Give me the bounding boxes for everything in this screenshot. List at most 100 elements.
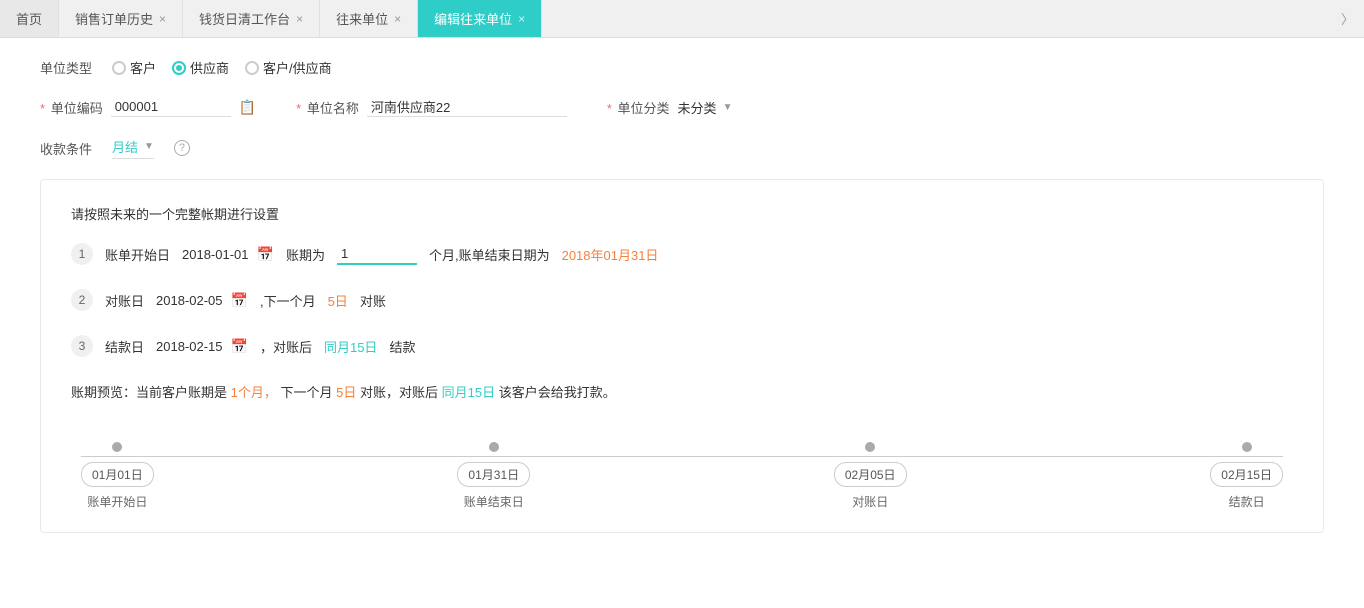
tab-home[interactable]: 首页 <box>0 0 59 37</box>
classify-dropdown-arrow[interactable]: ▼ <box>723 102 733 113</box>
classify-dropdown[interactable]: 未分类 ▼ <box>678 98 733 117</box>
radio-both-circle <box>245 61 259 75</box>
tab-cash-ledger-close[interactable]: × <box>296 13 303 25</box>
settings-title: 请按照未来的一个完整帐期进行设置 <box>71 204 1293 223</box>
timeline: 01月01日 账单开始日 01月31日 账单结束日 02月05日 对账日 02月… <box>71 428 1293 508</box>
step-2-desc-prefix: ,下一个月 <box>260 291 316 310</box>
unit-code-input[interactable] <box>111 97 231 117</box>
preview-prefix: 账期预览：当前客户账期是 <box>71 385 227 400</box>
step-2-desc-highlight: 5日 <box>328 291 348 310</box>
unit-code-group: * 单位编码 📋 <box>40 97 256 117</box>
radio-customer-label: 客户 <box>130 58 156 77</box>
tab-expand-button[interactable]: 〉 <box>1331 0 1364 37</box>
tab-edit-partner-label: 编辑往来单位 <box>434 9 512 28</box>
timeline-date-1: 01月31日 <box>457 462 530 487</box>
timeline-point-2: 02月05日 对账日 <box>834 442 907 510</box>
payment-terms-row: 收款条件 月结 ▼ ? <box>40 137 1324 159</box>
unit-name-label: * 单位名称 <box>296 98 359 117</box>
timeline-label-2: 对账日 <box>852 493 888 510</box>
tab-home-label: 首页 <box>16 9 42 28</box>
step-3-desc-prefix: ，对账后 <box>260 337 312 356</box>
timeline-point-3: 02月15日 结款日 <box>1210 442 1283 510</box>
tab-bar: 首页 销售订单历史 × 钱货日清工作台 × 往来单位 × 编辑往来单位 × 〉 <box>0 0 1364 38</box>
step-3-desc-highlight: 同月15日 <box>324 337 377 356</box>
preview-reconcile-suffix: 对账，对账后 <box>360 385 438 400</box>
unit-type-row: 单位类型 客户 供应商 客户/供应商 <box>40 58 1324 77</box>
preview-reconcile-prefix: 下一个月 <box>281 385 333 400</box>
tab-partner-units-label: 往来单位 <box>336 9 388 28</box>
settings-box: 请按照未来的一个完整帐期进行设置 1 账单开始日 2018-01-01 📅 账期… <box>40 179 1324 533</box>
preview-payment-suffix: 该客户会给我打款。 <box>499 385 616 400</box>
unit-code-label: * 单位编码 <box>40 98 103 117</box>
timeline-point-0: 01月01日 账单开始日 <box>81 442 154 510</box>
step-2-desc-suffix: 对账 <box>360 291 386 310</box>
timeline-date-0: 01月01日 <box>81 462 154 487</box>
unit-name-group: * 单位名称 <box>296 97 567 117</box>
step-3-label: 结款日 <box>105 337 144 356</box>
tab-sales-history-close[interactable]: × <box>159 13 166 25</box>
step-1-date: 2018-01-01 <box>182 247 249 262</box>
radio-customer-circle <box>112 61 126 75</box>
timeline-dot-1 <box>489 442 499 452</box>
step-1-num: 1 <box>71 243 93 265</box>
tab-partner-units-close[interactable]: × <box>394 13 401 25</box>
tab-cash-ledger-label: 钱货日清工作台 <box>199 9 290 28</box>
unit-classify-label: * 单位分类 <box>607 98 670 117</box>
step-1-row: 1 账单开始日 2018-01-01 📅 账期为 个月,账单结束日期为 2018… <box>71 243 1293 265</box>
tab-sales-history-label: 销售订单历史 <box>75 9 153 28</box>
step-3-row: 3 结款日 2018-02-15 📅 ，对账后 同月15日 结款 <box>71 335 1293 357</box>
radio-customer[interactable]: 客户 <box>112 58 156 77</box>
unit-type-label: 单位类型 <box>40 58 92 77</box>
unit-type-radio-group: 客户 供应商 客户/供应商 <box>112 58 332 77</box>
radio-supplier-label: 供应商 <box>190 58 229 77</box>
step-1-period-prefix: 账期为 <box>286 245 325 264</box>
step-1-period-end: 2018年01月31日 <box>562 245 659 264</box>
tab-sales-history[interactable]: 销售订单历史 × <box>59 0 183 37</box>
tab-cash-ledger[interactable]: 钱货日清工作台 × <box>183 0 320 37</box>
unit-name-input[interactable] <box>367 97 567 117</box>
timeline-points: 01月01日 账单开始日 01月31日 账单结束日 02月05日 对账日 02月… <box>81 426 1283 510</box>
payment-terms-arrow[interactable]: ▼ <box>144 141 154 152</box>
step-3-calendar-icon[interactable]: 📅 <box>231 338 248 355</box>
copy-icon[interactable]: 📋 <box>239 99 256 116</box>
payment-terms-label: 收款条件 <box>40 139 92 158</box>
step-3-date-group: 2018-02-15 📅 <box>156 338 248 355</box>
payment-terms-select[interactable]: 月结 ▼ <box>112 137 154 159</box>
timeline-dot-0 <box>112 442 122 452</box>
preview-reconcile-day: 5日 <box>336 385 356 400</box>
radio-both-label: 客户/供应商 <box>263 58 332 77</box>
timeline-point-1: 01月31日 账单结束日 <box>457 442 530 510</box>
radio-supplier[interactable]: 供应商 <box>172 58 229 77</box>
timeline-label-0: 账单开始日 <box>87 493 147 510</box>
step-1-calendar-icon[interactable]: 📅 <box>257 246 274 263</box>
step-3-desc-suffix: 结款 <box>389 337 415 356</box>
tab-edit-partner-close[interactable]: × <box>518 13 525 25</box>
step-1-period-suffix: 个月,账单结束日期为 <box>429 245 550 264</box>
main-content: 单位类型 客户 供应商 客户/供应商 * 单位编码 📋 <box>0 38 1364 608</box>
unit-classify-group: * 单位分类 未分类 ▼ <box>607 98 733 117</box>
preview-text: 账期预览：当前客户账期是 1个月， 下一个月 5日 对账，对账后 同月15日 该… <box>71 381 1293 404</box>
timeline-dot-2 <box>865 442 875 452</box>
step-2-num: 2 <box>71 289 93 311</box>
step-1-period-input[interactable] <box>337 244 417 265</box>
radio-both[interactable]: 客户/供应商 <box>245 58 332 77</box>
step-2-calendar-icon[interactable]: 📅 <box>231 292 248 309</box>
classify-value: 未分类 <box>678 98 717 117</box>
timeline-label-1: 账单结束日 <box>464 493 524 510</box>
help-icon[interactable]: ? <box>174 140 190 156</box>
unit-info-row: * 单位编码 📋 * 单位名称 * 单位分类 未分类 ▼ <box>40 97 1324 117</box>
step-1-date-group: 2018-01-01 📅 <box>182 246 274 263</box>
radio-supplier-circle <box>172 61 186 75</box>
timeline-label-3: 结款日 <box>1229 493 1265 510</box>
payment-terms-value: 月结 <box>112 137 138 156</box>
step-2-row: 2 对账日 2018-02-05 📅 ,下一个月 5日 对账 <box>71 289 1293 311</box>
tab-partner-units[interactable]: 往来单位 × <box>320 0 418 37</box>
step-2-label: 对账日 <box>105 291 144 310</box>
preview-payment-day: 同月15日 <box>442 385 495 400</box>
tab-edit-partner[interactable]: 编辑往来单位 × <box>418 0 542 37</box>
timeline-date-2: 02月05日 <box>834 462 907 487</box>
step-3-date: 2018-02-15 <box>156 339 223 354</box>
preview-months: 1个月， <box>231 385 277 400</box>
step-1-label: 账单开始日 <box>105 245 170 264</box>
step-3-num: 3 <box>71 335 93 357</box>
